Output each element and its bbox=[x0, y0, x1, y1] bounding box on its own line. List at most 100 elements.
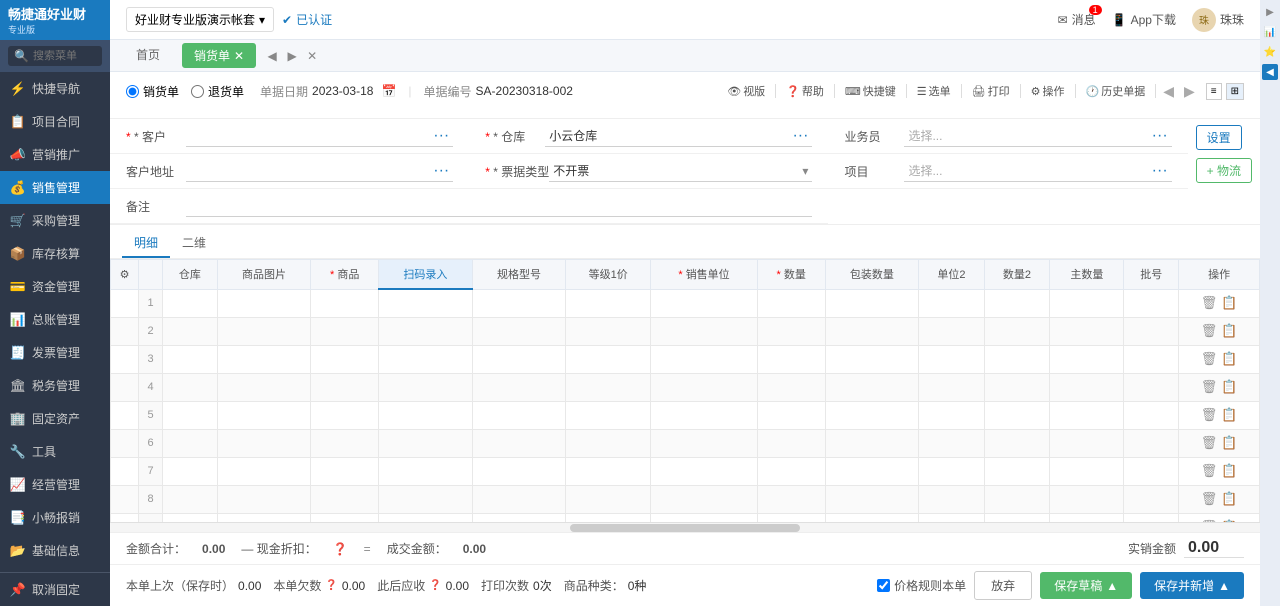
delete-row-icon[interactable]: 🗑 bbox=[1201, 351, 1218, 367]
qty-cell[interactable] bbox=[757, 513, 825, 522]
copy-row-icon[interactable]: 📋 bbox=[1221, 435, 1237, 451]
delete-row-icon[interactable]: 🗑 bbox=[1201, 295, 1218, 311]
image-cell[interactable] bbox=[217, 345, 311, 373]
spec-cell[interactable] bbox=[472, 485, 566, 513]
set-button[interactable]: 设置 bbox=[1196, 125, 1242, 150]
spec-cell[interactable] bbox=[472, 429, 566, 457]
batch-cell[interactable] bbox=[1124, 373, 1179, 401]
close-window-btn[interactable]: ✕ bbox=[304, 48, 320, 64]
copy-row-icon[interactable]: 📋 bbox=[1221, 351, 1237, 367]
spec-cell[interactable] bbox=[472, 513, 566, 522]
qty-cell[interactable] bbox=[757, 373, 825, 401]
qty-col-header[interactable]: 数量 bbox=[757, 260, 825, 290]
sidebar-item-tax[interactable]: 🏛 税务管理 bbox=[0, 369, 110, 402]
user-menu[interactable]: 珠 珠珠 bbox=[1192, 8, 1244, 32]
barcode-cell[interactable] bbox=[379, 401, 473, 429]
qty2-cell[interactable] bbox=[984, 485, 1050, 513]
image-cell[interactable] bbox=[217, 457, 311, 485]
question-icon[interactable]: ❓ bbox=[333, 542, 348, 556]
image-cell[interactable] bbox=[217, 317, 311, 345]
sidebar-item-marketing[interactable]: 📣 营销推广 bbox=[0, 138, 110, 171]
main-qty-cell[interactable] bbox=[1050, 429, 1124, 457]
sidebar-item-invoice[interactable]: 🧾 发票管理 bbox=[0, 336, 110, 369]
main-qty-col-header[interactable]: 主数量 bbox=[1050, 260, 1124, 290]
view-grid-btn[interactable]: ⊞ bbox=[1226, 83, 1244, 100]
operate-btn[interactable]: ⚙ 操作 bbox=[1025, 80, 1071, 102]
product-cell[interactable] bbox=[311, 317, 379, 345]
warehouse-input[interactable]: 小云仓库 ··· bbox=[545, 125, 812, 147]
qty-cell[interactable] bbox=[757, 401, 825, 429]
copy-row-icon[interactable]: 📋 bbox=[1221, 407, 1237, 423]
batch-cell[interactable] bbox=[1124, 345, 1179, 373]
qty-cell[interactable] bbox=[757, 289, 825, 317]
select-btn[interactable]: ☰ 选单 bbox=[911, 80, 957, 102]
pack-qty-cell[interactable] bbox=[825, 317, 919, 345]
product-cell[interactable] bbox=[311, 513, 379, 522]
copy-row-icon[interactable]: 📋 bbox=[1221, 463, 1237, 479]
unit2-cell[interactable] bbox=[919, 317, 985, 345]
copy-row-icon[interactable]: 📋 bbox=[1221, 491, 1237, 507]
unit-cell[interactable] bbox=[651, 373, 758, 401]
unit2-cell[interactable] bbox=[919, 373, 985, 401]
pack-qty-cell[interactable] bbox=[825, 485, 919, 513]
batch-cell[interactable] bbox=[1124, 457, 1179, 485]
price-check-checkbox[interactable] bbox=[877, 579, 890, 592]
main-qty-cell[interactable] bbox=[1050, 401, 1124, 429]
settings-header[interactable]: ⚙ bbox=[111, 260, 139, 290]
spec-cell[interactable] bbox=[472, 457, 566, 485]
barcode-cell[interactable] bbox=[379, 289, 473, 317]
unit2-cell[interactable] bbox=[919, 457, 985, 485]
help-btn[interactable]: ❓ 帮助 bbox=[780, 80, 830, 102]
right-panel-btn1[interactable]: ▶ bbox=[1262, 4, 1278, 20]
main-qty-cell[interactable] bbox=[1050, 513, 1124, 522]
table-row[interactable]: 5 🗑 📋 bbox=[111, 401, 1260, 429]
batch-col-header[interactable]: 批号 bbox=[1124, 260, 1179, 290]
warehouse-cell[interactable] bbox=[163, 513, 218, 522]
qty-cell[interactable] bbox=[757, 345, 825, 373]
qty2-cell[interactable] bbox=[984, 373, 1050, 401]
image-cell[interactable] bbox=[217, 373, 311, 401]
barcode-col-header[interactable]: 扫码录入 bbox=[379, 260, 473, 290]
delete-row-icon[interactable]: 🗑 bbox=[1201, 435, 1218, 451]
right-panel-btn2[interactable]: 📊 bbox=[1262, 24, 1278, 40]
copy-row-icon[interactable]: 📋 bbox=[1221, 379, 1237, 395]
sidebar-item-operations[interactable]: 📈 经营管理 bbox=[0, 468, 110, 501]
spec-cell[interactable] bbox=[472, 317, 566, 345]
product-cell[interactable] bbox=[311, 345, 379, 373]
batch-cell[interactable] bbox=[1124, 513, 1179, 522]
sidebar-item-sales[interactable]: 💰 销售管理 bbox=[0, 171, 110, 204]
unit2-cell[interactable] bbox=[919, 485, 985, 513]
main-qty-cell[interactable] bbox=[1050, 373, 1124, 401]
nav-right-arrow[interactable]: ▶ bbox=[1181, 83, 1198, 100]
qty2-cell[interactable] bbox=[984, 317, 1050, 345]
image-cell[interactable] bbox=[217, 485, 311, 513]
table-row[interactable]: 7 🗑 📋 bbox=[111, 457, 1260, 485]
calendar-icon[interactable]: 📅 bbox=[381, 84, 396, 98]
unit-cell[interactable] bbox=[651, 513, 758, 522]
tab-close-icon[interactable]: ✕ bbox=[234, 49, 244, 63]
qty2-cell[interactable] bbox=[984, 289, 1050, 317]
spec-col-header[interactable]: 规格型号 bbox=[472, 260, 566, 290]
warehouse-cell[interactable] bbox=[163, 401, 218, 429]
image-cell[interactable] bbox=[217, 429, 311, 457]
unit2-cell[interactable] bbox=[919, 513, 985, 522]
product-cell[interactable] bbox=[311, 457, 379, 485]
horizontal-scrollbar[interactable] bbox=[110, 522, 1260, 532]
copy-row-icon[interactable]: 📋 bbox=[1221, 323, 1237, 339]
pack-qty-col-header[interactable]: 包装数量 bbox=[825, 260, 919, 290]
qty2-cell[interactable] bbox=[984, 513, 1050, 522]
salesperson-input[interactable]: 选择... ··· bbox=[904, 125, 1171, 147]
unit-col-header[interactable]: 销售单位 bbox=[651, 260, 758, 290]
warehouse-cell[interactable] bbox=[163, 317, 218, 345]
save-draft-button[interactable]: 保存草稿 ▲ bbox=[1040, 572, 1132, 599]
main-qty-cell[interactable] bbox=[1050, 457, 1124, 485]
app-download-btn[interactable]: 📱 App下载 bbox=[1112, 11, 1176, 28]
image-cell[interactable] bbox=[217, 513, 311, 522]
warehouse-col-header[interactable]: 仓库 bbox=[163, 260, 218, 290]
pack-qty-cell[interactable] bbox=[825, 289, 919, 317]
unit-cell[interactable] bbox=[651, 401, 758, 429]
sidebar-item-cancel-pin[interactable]: 📌 取消固定 bbox=[0, 573, 110, 606]
customer-dots[interactable]: ··· bbox=[433, 128, 449, 144]
right-panel-btn3[interactable]: ⭐ bbox=[1262, 44, 1278, 60]
barcode-cell[interactable] bbox=[379, 317, 473, 345]
